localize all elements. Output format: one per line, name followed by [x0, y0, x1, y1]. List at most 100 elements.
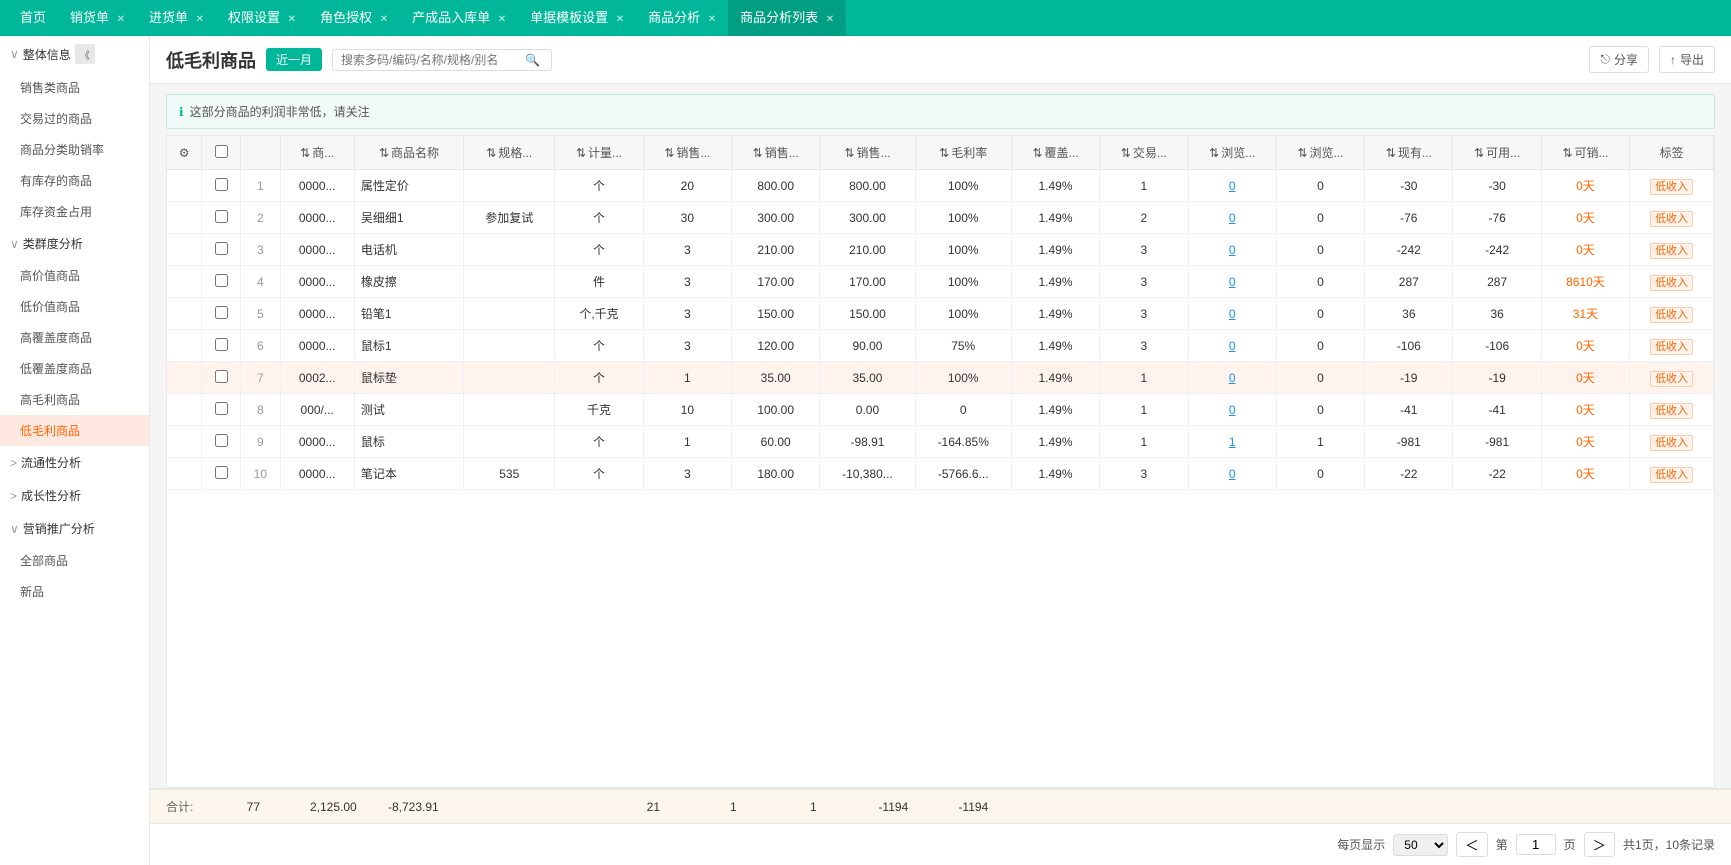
col-gross-rate[interactable]: ⇅毛利率: [915, 136, 1011, 170]
col-sales-qty[interactable]: ⇅销售...: [643, 136, 731, 170]
col-salable[interactable]: ⇅可销...: [1541, 136, 1629, 170]
sidebar-item-low-value[interactable]: 低价值商品: [0, 291, 149, 322]
sidebar-item-traded-products[interactable]: 交易过的商品: [0, 103, 149, 134]
row-name[interactable]: 电话机: [354, 234, 463, 266]
row-checkbox[interactable]: [202, 458, 241, 490]
sidebar-item-new-products[interactable]: 新品: [0, 576, 149, 607]
row-name[interactable]: 测试: [354, 394, 463, 426]
row-name[interactable]: 铅笔1: [354, 298, 463, 330]
row-view1[interactable]: 0: [1188, 330, 1276, 362]
col-checkbox[interactable]: [202, 136, 241, 170]
sidebar-item-category-rate[interactable]: 商品分类助销率: [0, 134, 149, 165]
row-view1[interactable]: 0: [1188, 266, 1276, 298]
next-page-button[interactable]: ＞: [1584, 832, 1615, 857]
nav-template[interactable]: 单据模板设置 ✕: [518, 0, 636, 36]
row-check-9[interactable]: [215, 466, 228, 479]
row-check-3[interactable]: [215, 274, 228, 287]
col-view2[interactable]: ⇅浏览...: [1276, 136, 1364, 170]
col-cover-rate[interactable]: ⇅覆盖...: [1011, 136, 1099, 170]
nav-analysis-list[interactable]: 商品分析列表 ✕: [728, 0, 846, 36]
row-name[interactable]: 橡皮擦: [354, 266, 463, 298]
col-spec[interactable]: ⇅规格...: [464, 136, 555, 170]
sidebar-group-marketing[interactable]: ∨ 营销推广分析: [0, 512, 149, 545]
row-checkbox[interactable]: [202, 266, 241, 298]
sidebar-item-in-stock[interactable]: 有库存的商品: [0, 165, 149, 196]
row-name[interactable]: 吴细细1: [354, 202, 463, 234]
nav-permission[interactable]: 权限设置 ✕: [216, 0, 308, 36]
row-view1[interactable]: 0: [1188, 458, 1276, 490]
sidebar-item-high-value[interactable]: 高价值商品: [0, 260, 149, 291]
row-name[interactable]: 鼠标1: [354, 330, 463, 362]
sidebar-group-growth[interactable]: > 成长性分析: [0, 479, 149, 512]
nav-role[interactable]: 角色授权 ✕: [308, 0, 400, 36]
row-name[interactable]: 笔记本: [354, 458, 463, 490]
row-check-1[interactable]: [215, 210, 228, 223]
row-view1[interactable]: 0: [1188, 394, 1276, 426]
search-input[interactable]: [341, 53, 521, 67]
row-checkbox[interactable]: [202, 202, 241, 234]
nav-purchase[interactable]: 进货单 ✕: [137, 0, 216, 36]
row-view1[interactable]: 0: [1188, 234, 1276, 266]
row-check-4[interactable]: [215, 306, 228, 319]
row-check-0[interactable]: [215, 178, 228, 191]
row-checkbox[interactable]: [202, 170, 241, 202]
collapse-icon[interactable]: 《: [75, 44, 95, 64]
nav-close-product[interactable]: ✕: [498, 14, 506, 25]
sidebar-item-low-coverage[interactable]: 低覆盖度商品: [0, 353, 149, 384]
sidebar-item-capital[interactable]: 库存资金占用: [0, 196, 149, 227]
sidebar-item-high-coverage[interactable]: 高覆盖度商品: [0, 322, 149, 353]
row-view1[interactable]: 0: [1188, 202, 1276, 234]
sidebar-group-overview[interactable]: ∨ 整体信息 《: [0, 36, 149, 72]
nav-close-template[interactable]: ✕: [616, 14, 624, 25]
row-checkbox[interactable]: [202, 298, 241, 330]
filter-period-button[interactable]: 近一月: [266, 48, 322, 71]
row-checkbox[interactable]: [202, 394, 241, 426]
select-all-checkbox[interactable]: [215, 145, 228, 158]
sidebar-item-sales-products[interactable]: 销售类商品: [0, 72, 149, 103]
row-name[interactable]: 鼠标垫: [354, 362, 463, 394]
sidebar-item-low-margin[interactable]: 低毛利商品: [0, 415, 149, 446]
col-unit[interactable]: ⇅计量...: [555, 136, 643, 170]
nav-close-analysis[interactable]: ✕: [708, 14, 716, 25]
row-view1[interactable]: 0: [1188, 362, 1276, 394]
page-number-input[interactable]: [1516, 834, 1556, 855]
search-icon[interactable]: 🔍: [525, 53, 540, 67]
nav-home[interactable]: 首页: [8, 0, 58, 36]
row-view1[interactable]: 0: [1188, 170, 1276, 202]
page-size-select[interactable]: 50 20 100: [1393, 834, 1448, 856]
col-sales-amount[interactable]: ⇅销售...: [820, 136, 915, 170]
nav-sales[interactable]: 销货单 ✕: [58, 0, 137, 36]
sidebar-group-flow[interactable]: > 流通性分析: [0, 446, 149, 479]
row-checkbox[interactable]: [202, 234, 241, 266]
row-name[interactable]: 鼠标: [354, 426, 463, 458]
row-check-7[interactable]: [215, 402, 228, 415]
nav-analysis[interactable]: 商品分析 ✕: [636, 0, 728, 36]
row-name[interactable]: 属性定价: [354, 170, 463, 202]
row-checkbox[interactable]: [202, 362, 241, 394]
sidebar-group-tier[interactable]: ∨ 类群度分析: [0, 227, 149, 260]
share-button[interactable]: ⎋ 分享: [1589, 46, 1649, 73]
col-trade[interactable]: ⇅交易...: [1100, 136, 1188, 170]
col-settings[interactable]: ⚙: [167, 136, 202, 170]
row-view1[interactable]: 1: [1188, 426, 1276, 458]
row-check-6[interactable]: [215, 370, 228, 383]
col-code[interactable]: ⇅商...: [280, 136, 354, 170]
col-name[interactable]: ⇅商品名称: [354, 136, 463, 170]
sidebar-item-high-margin[interactable]: 高毛利商品: [0, 384, 149, 415]
export-button[interactable]: ↑ 导出: [1659, 46, 1715, 73]
nav-close-sales[interactable]: ✕: [117, 14, 125, 25]
col-sales-price[interactable]: ⇅销售...: [732, 136, 820, 170]
nav-product-inbound[interactable]: 产成品入库单 ✕: [400, 0, 518, 36]
row-check-5[interactable]: [215, 338, 228, 351]
nav-close-purchase[interactable]: ✕: [196, 14, 204, 25]
row-checkbox[interactable]: [202, 426, 241, 458]
nav-close-permission[interactable]: ✕: [288, 14, 296, 25]
col-stock[interactable]: ⇅现有...: [1365, 136, 1453, 170]
nav-close-list[interactable]: ✕: [826, 14, 834, 25]
row-check-2[interactable]: [215, 242, 228, 255]
row-view1[interactable]: 0: [1188, 298, 1276, 330]
col-view1[interactable]: ⇅浏览...: [1188, 136, 1276, 170]
nav-close-role[interactable]: ✕: [380, 14, 388, 25]
row-check-8[interactable]: [215, 434, 228, 447]
prev-page-button[interactable]: ＜: [1456, 832, 1487, 857]
